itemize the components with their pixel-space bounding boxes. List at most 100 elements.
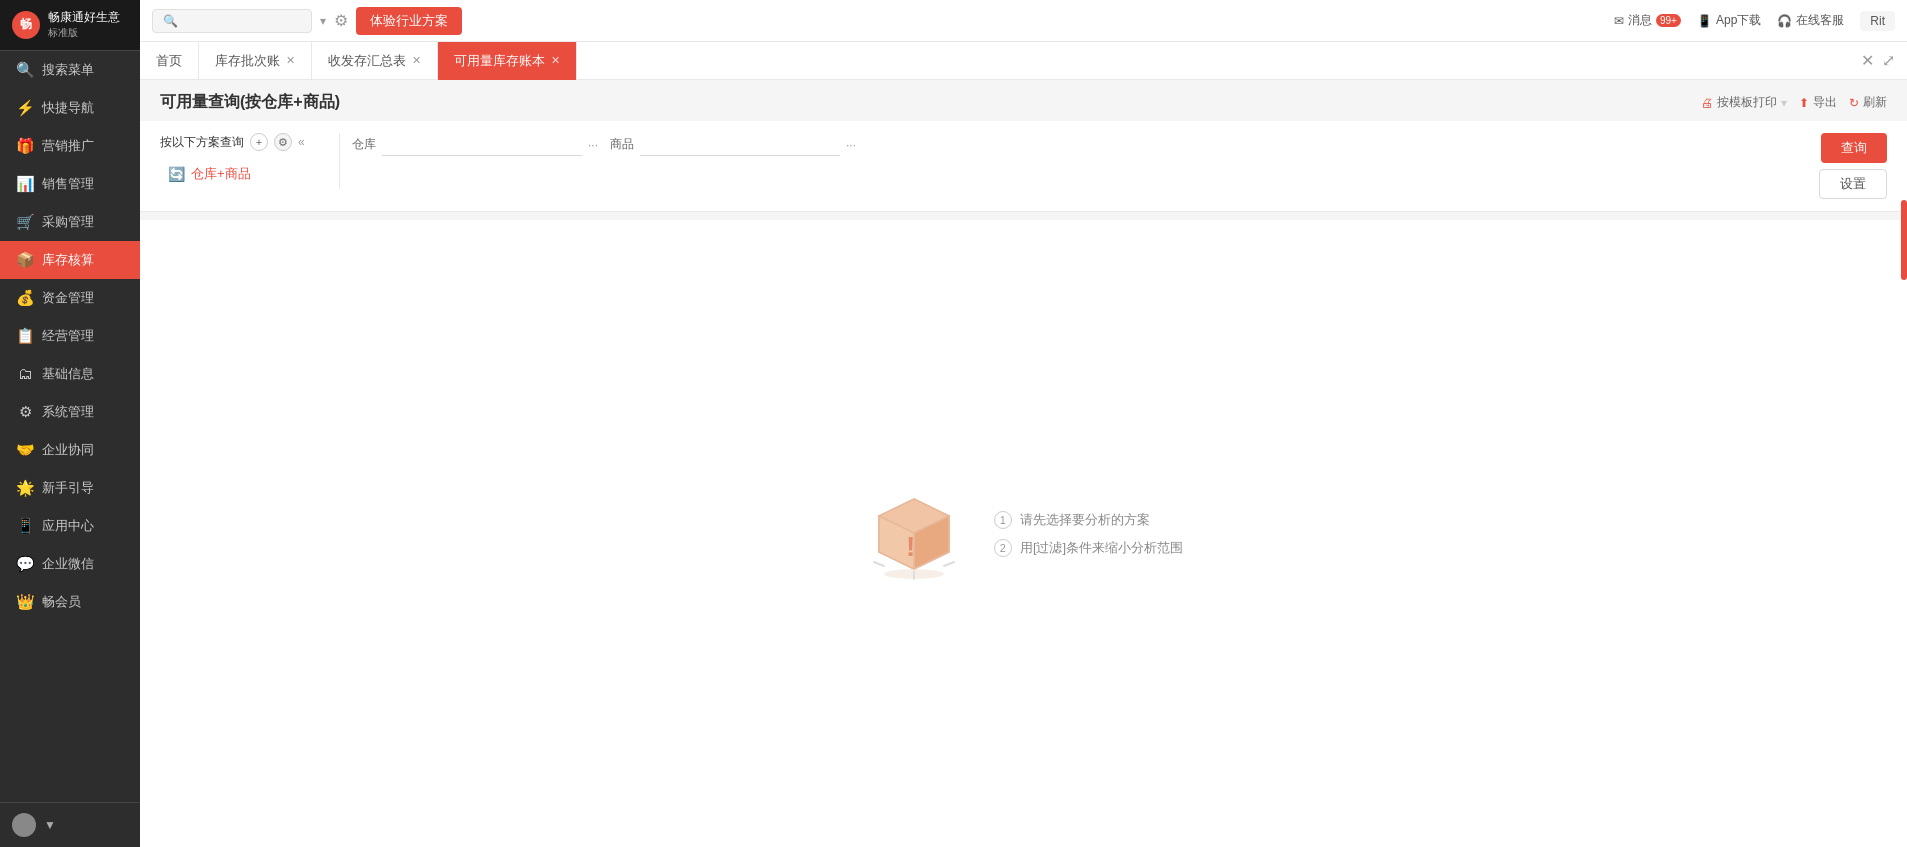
sidebar-item-operations[interactable]: 📋 经营管理	[0, 317, 140, 355]
empty-state: ! 1 请先选择要分析的方案 2 用[过滤]条件来缩小分析范围	[140, 220, 1907, 847]
tip-item-2: 2 用[过滤]条件来缩小分析范围	[994, 539, 1183, 557]
filter-input-warehouse[interactable]	[382, 133, 582, 156]
print-chevron-icon: ▾	[1781, 96, 1787, 110]
marketing_promo-icon: 🎁	[16, 137, 34, 155]
app-name: 畅康通好生意	[48, 10, 120, 26]
export-btn[interactable]: ⬆ 导出	[1799, 94, 1837, 111]
search-icon: 🔍	[16, 61, 34, 79]
search-input[interactable]	[182, 14, 301, 28]
sidebar-footer[interactable]: ▼	[0, 802, 140, 847]
sidebar-label-operations: 经营管理	[42, 327, 94, 345]
filter-label-warehouse: 仓库	[352, 136, 376, 153]
sidebar-nav: 🔍 搜索菜单 ⚡ 快捷导航 🎁 营销推广 📊 销售管理 🛒 采购管理 📦 库存核…	[0, 51, 140, 802]
refresh-icon: ↻	[1849, 96, 1859, 110]
newbie-icon: 🌟	[16, 479, 34, 497]
headset-icon: 🎧	[1777, 14, 1792, 28]
empty-tips: 1 请先选择要分析的方案 2 用[过滤]条件来缩小分析范围	[994, 511, 1183, 557]
sidebar-item-base_info[interactable]: 🗂 基础信息	[0, 355, 140, 393]
collapse-icon[interactable]: «	[298, 135, 305, 149]
sidebar-item-member[interactable]: 👑 畅会员	[0, 583, 140, 621]
close-tab-btn[interactable]: ✕	[1861, 51, 1874, 70]
column-settings-btn[interactable]: 设置	[1819, 169, 1887, 199]
sidebar-item-purchase[interactable]: 🛒 采购管理	[0, 203, 140, 241]
tabs-container: 首页库存批次账✕收发存汇总表✕可用量库存账本✕	[140, 42, 1849, 80]
topbar-search-box[interactable]: 🔍	[152, 9, 312, 33]
sales-icon: 📊	[16, 175, 34, 193]
wechat-icon: 💬	[16, 555, 34, 573]
sidebar-item-enterprise[interactable]: 🤝 企业协同	[0, 431, 140, 469]
app-version: 标准版	[48, 26, 120, 40]
tab-available_ledger[interactable]: 可用量库存账本✕	[438, 42, 577, 80]
scheme-header: 按以下方案查询 + ⚙ «	[160, 133, 327, 151]
base_info-icon: 🗂	[16, 365, 34, 383]
svg-line-7	[944, 562, 954, 566]
tab-close-batch_account[interactable]: ✕	[286, 54, 295, 67]
tip-item-1: 1 请先选择要分析的方案	[994, 511, 1183, 529]
sidebar-label-marketing_promo: 营销推广	[42, 137, 94, 155]
user-info-btn[interactable]: Rit	[1860, 11, 1895, 31]
sidebar-label-purchase: 采购管理	[42, 213, 94, 231]
sidebar-label-inventory: 库存核算	[42, 251, 94, 269]
filter-more-warehouse[interactable]: ···	[588, 138, 598, 152]
app_center-icon: 📱	[16, 517, 34, 535]
expand-btn[interactable]: ⤢	[1882, 51, 1895, 70]
sidebar-item-newbie[interactable]: 🌟 新手引导	[0, 469, 140, 507]
message-btn[interactable]: ✉ 消息 99+	[1614, 12, 1681, 29]
right-scrollbar[interactable]	[1901, 200, 1907, 280]
sidebar-label-base_info: 基础信息	[42, 365, 94, 383]
sidebar-header: 畅 畅康通好生意 标准版	[0, 0, 140, 51]
scheme-settings-btn[interactable]: ⚙	[274, 133, 292, 151]
shortcuts-icon: ⚡	[16, 99, 34, 117]
sidebar-item-marketing_promo[interactable]: 🎁 营销推广	[0, 127, 140, 165]
sidebar-label-member: 畅会员	[42, 593, 81, 611]
svg-text:!: !	[906, 531, 915, 562]
filter-fields: 仓库 ··· 商品 ···	[352, 133, 1807, 156]
template-print-btn[interactable]: 🖨 按模板打印 ▾	[1701, 94, 1787, 111]
tab-batch_account[interactable]: 库存批次账 ✕	[199, 42, 312, 80]
member-icon: 👑	[16, 593, 34, 611]
query-area: 按以下方案查询 + ⚙ « 🔄 仓库+商品 仓库 ··· 商品 ··· 查询 设…	[140, 121, 1907, 212]
sidebar-item-shortcuts[interactable]: ⚡ 快捷导航	[0, 89, 140, 127]
sidebar-label-sales: 销售管理	[42, 175, 94, 193]
tab-close-available_ledger[interactable]: ✕	[551, 54, 560, 67]
online-service-btn[interactable]: 🎧 在线客服	[1777, 12, 1844, 29]
sidebar-label-search: 搜索菜单	[42, 61, 94, 79]
industry-btn[interactable]: 体验行业方案	[356, 7, 462, 35]
page-title: 可用量查询(按仓库+商品)	[160, 92, 340, 113]
tabs-bar: 首页库存批次账✕收发存汇总表✕可用量库存账本✕ ✕ ⤢	[140, 42, 1907, 80]
search-chevron-icon[interactable]: ▾	[320, 14, 326, 28]
sidebar-item-finance[interactable]: 💰 资金管理	[0, 279, 140, 317]
add-scheme-btn[interactable]: +	[250, 133, 268, 151]
finance-icon: 💰	[16, 289, 34, 307]
sidebar-item-sales[interactable]: 📊 销售管理	[0, 165, 140, 203]
filter-input-goods[interactable]	[640, 133, 840, 156]
svg-line-6	[874, 562, 884, 566]
phone-icon: 📱	[1697, 14, 1712, 28]
sidebar: 畅 畅康通好生意 标准版 🔍 搜索菜单 ⚡ 快捷导航 🎁 营销推广 📊 销售管理…	[0, 0, 140, 847]
tab-label-collect_summary: 收发存汇总表	[328, 52, 406, 70]
tab-collect_summary[interactable]: 收发存汇总表 ✕	[312, 42, 438, 80]
scheme-icon-warehouse_goods: 🔄	[168, 166, 185, 182]
sidebar-label-newbie: 新手引导	[42, 479, 94, 497]
page-content: 可用量查询(按仓库+商品) 🖨 按模板打印 ▾ ⬆ 导出 ↻ 刷新	[140, 80, 1907, 847]
message-badge: 99+	[1656, 14, 1681, 27]
sidebar-item-wechat[interactable]: 💬 企业微信	[0, 545, 140, 583]
sidebar-label-enterprise: 企业协同	[42, 441, 94, 459]
tab-home[interactable]: 首页	[140, 42, 199, 80]
app-download-btn[interactable]: 📱 App下载	[1697, 12, 1761, 29]
settings-icon[interactable]: ⚙	[334, 11, 348, 30]
sidebar-item-inventory[interactable]: 📦 库存核算	[0, 241, 140, 279]
topbar-right: ✉ 消息 99+ 📱 App下载 🎧 在线客服 Rit	[1614, 11, 1895, 31]
sidebar-item-search[interactable]: 🔍 搜索菜单	[0, 51, 140, 89]
sidebar-item-system[interactable]: ⚙ 系统管理	[0, 393, 140, 431]
system-icon: ⚙	[16, 403, 34, 421]
refresh-btn[interactable]: ↻ 刷新	[1849, 94, 1887, 111]
tab-close-collect_summary[interactable]: ✕	[412, 54, 421, 67]
scheme-label-warehouse_goods: 仓库+商品	[191, 165, 251, 183]
scheme-item-warehouse_goods[interactable]: 🔄 仓库+商品	[160, 159, 327, 189]
filter-more-goods[interactable]: ···	[846, 138, 856, 152]
sidebar-label-wechat: 企业微信	[42, 555, 94, 573]
sidebar-item-app_center[interactable]: 📱 应用中心	[0, 507, 140, 545]
query-btn[interactable]: 查询	[1821, 133, 1887, 163]
tab-label-batch_account: 库存批次账	[215, 52, 280, 70]
